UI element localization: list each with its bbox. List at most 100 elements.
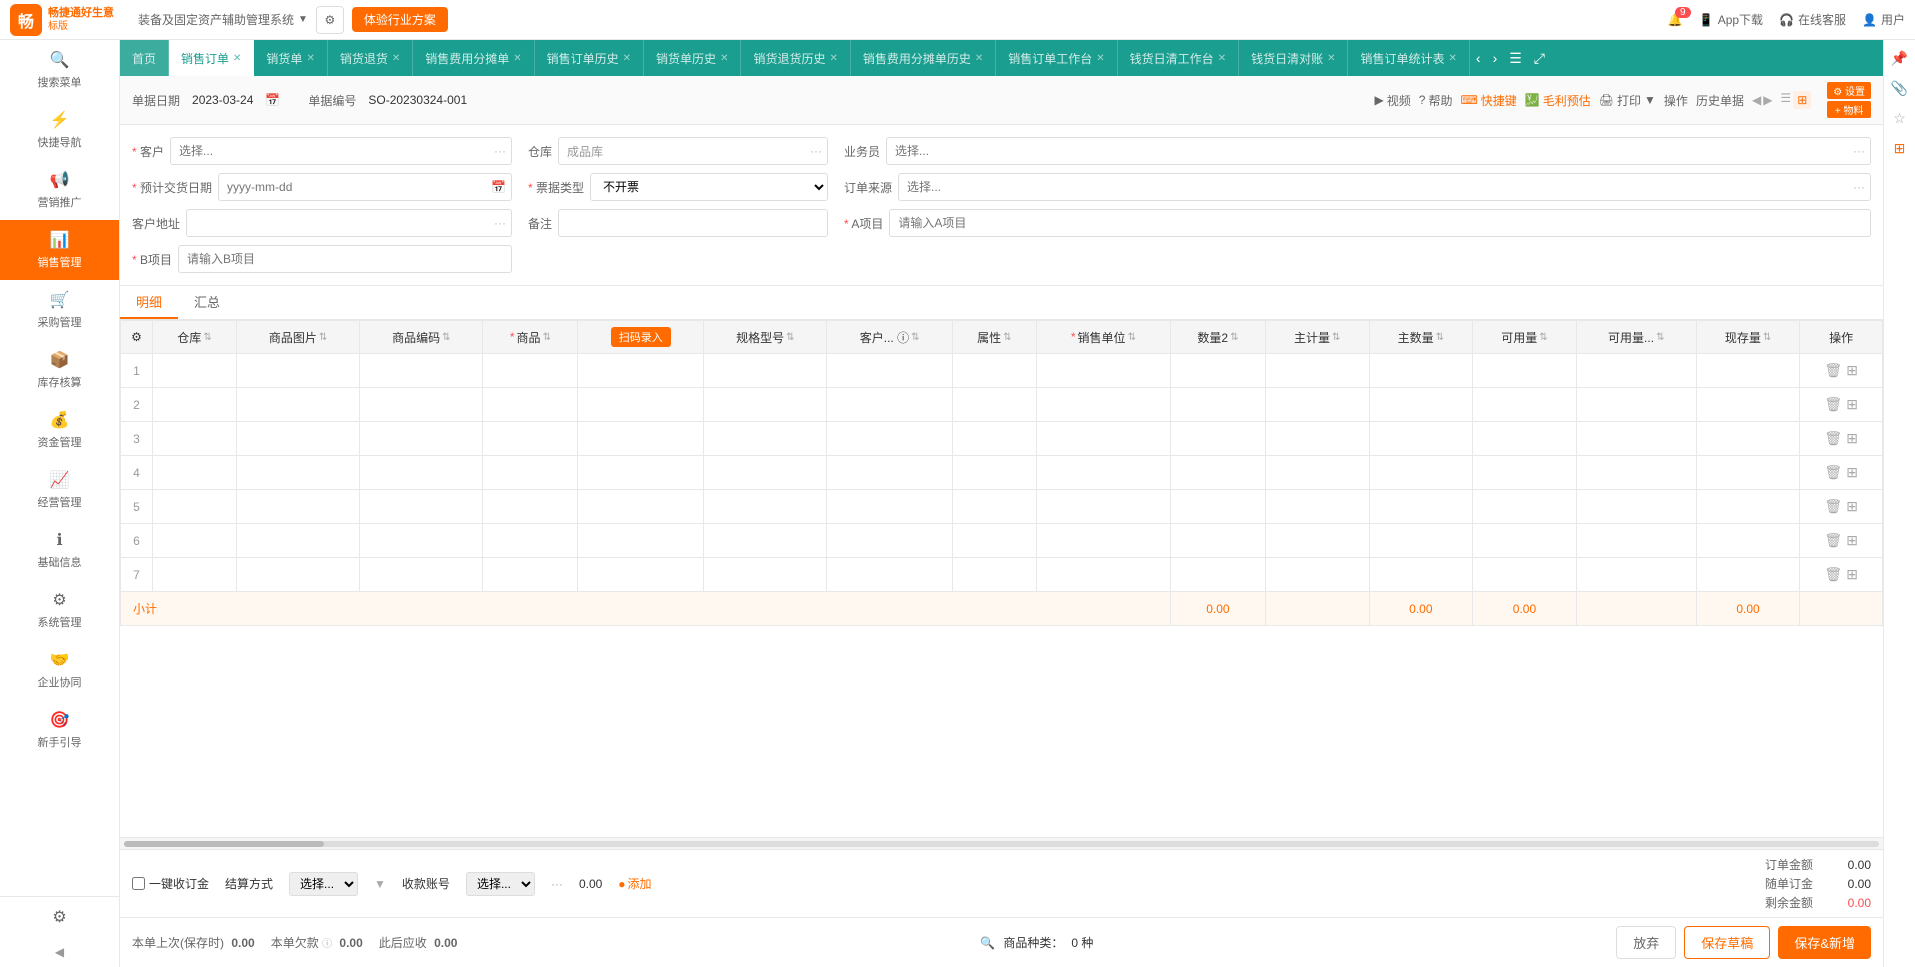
shortcut-btn[interactable]: ⌨ 快捷键 (1460, 92, 1516, 109)
row-spec[interactable] (704, 490, 827, 524)
tab-return-history[interactable]: 销货退货历史 ✕ (741, 40, 850, 76)
row-sales-unit[interactable] (1036, 524, 1170, 558)
a-project-input[interactable] (889, 209, 1871, 237)
sidebar-item-guide[interactable]: 🎯 新手引导 (0, 700, 119, 760)
row-product-code[interactable] (360, 388, 483, 422)
form-view-btn[interactable]: ⊞ (1793, 91, 1811, 109)
row-product[interactable] (483, 558, 578, 592)
row-delete-btn[interactable]: 🗑 (1824, 430, 1842, 447)
order-source-more-btn[interactable]: ··· (1853, 180, 1865, 194)
row-attribute[interactable] (952, 558, 1036, 592)
sidebar-item-purchase[interactable]: 🛒 采购管理 (0, 280, 119, 340)
tab-close-sales-expense[interactable]: ✕ (513, 53, 521, 64)
tab-detail[interactable]: 明细 (120, 286, 178, 319)
sidebar-item-marketing[interactable]: 📢 营销推广 (0, 160, 119, 220)
profit-btn[interactable]: 💹 毛利预估 (1525, 92, 1591, 109)
row-warehouse[interactable] (153, 354, 237, 388)
row-product[interactable] (483, 524, 578, 558)
row-warehouse[interactable] (153, 422, 237, 456)
row-main-qty[interactable] (1369, 354, 1473, 388)
prev-record-btn[interactable]: ◀ (1752, 93, 1761, 107)
next-record-btn[interactable]: ▶ (1763, 93, 1772, 107)
one-click-payment-checkbox[interactable]: 一键收订金 (132, 875, 209, 892)
row-delete-btn[interactable]: 🗑 (1824, 362, 1842, 379)
row-product[interactable] (483, 354, 578, 388)
right-sidebar-star-btn[interactable]: ☆ (1886, 104, 1914, 132)
row-delete-btn[interactable]: 🗑 (1824, 532, 1842, 549)
row-copy-btn[interactable]: ⊞ (1846, 498, 1858, 515)
tab-close-invoice-history[interactable]: ✕ (720, 53, 728, 64)
save-new-btn[interactable]: 保存&新增 (1778, 926, 1871, 959)
row-qty2[interactable] (1170, 422, 1265, 456)
row-warehouse[interactable] (153, 456, 237, 490)
save-draft-btn[interactable]: 保存草稿 (1684, 926, 1770, 959)
tab-expense-history[interactable]: 销售费用分摊单历史 ✕ (851, 40, 996, 76)
settings-quick-btn[interactable]: ⚙ 设置 (1827, 82, 1871, 99)
tab-home[interactable]: 首页 (120, 40, 169, 76)
tab-close-expense-history[interactable]: ✕ (975, 53, 983, 64)
print-btn[interactable]: 🖨 打印 ▼ (1599, 92, 1656, 109)
tab-close-sales-return[interactable]: ✕ (392, 53, 400, 64)
tab-prev-btn[interactable]: ‹ (1470, 40, 1487, 76)
row-attribute[interactable] (952, 524, 1036, 558)
row-main-qty[interactable] (1369, 388, 1473, 422)
row-attribute[interactable] (952, 388, 1036, 422)
add-receipt-btn[interactable]: ● 添加 (618, 875, 651, 892)
warehouse-more-btn[interactable]: ··· (810, 144, 822, 158)
app-download-btn[interactable]: 📱 App下载 (1699, 11, 1763, 28)
row-delete-btn[interactable]: 🗑 (1824, 566, 1842, 583)
expected-date-input[interactable] (218, 173, 512, 201)
row-product[interactable] (483, 490, 578, 524)
row-qty2[interactable] (1170, 456, 1265, 490)
tab-close-sales-order-history[interactable]: ✕ (623, 53, 631, 64)
row-qty2[interactable] (1170, 524, 1265, 558)
tab-close-cash-workbench[interactable]: ✕ (1218, 53, 1226, 64)
system-name[interactable]: 装备及固定资产辅助管理系统 ▼ (138, 11, 308, 28)
tab-next-btn[interactable]: › (1487, 40, 1504, 76)
row-customer-code[interactable] (827, 558, 952, 592)
receipt-more-btn[interactable]: ··· (551, 877, 563, 891)
history-btn[interactable]: 历史单据 (1696, 92, 1744, 109)
row-copy-btn[interactable]: ⊞ (1846, 566, 1858, 583)
tab-order-workbench[interactable]: 销售订单工作台 ✕ (996, 40, 1117, 76)
row-customer-code[interactable] (827, 354, 952, 388)
tab-close-return-history[interactable]: ✕ (829, 53, 837, 64)
row-main-qty[interactable] (1369, 558, 1473, 592)
row-customer-code[interactable] (827, 456, 952, 490)
sidebar-item-sales[interactable]: 📊 销售管理 (0, 220, 119, 280)
discard-btn[interactable]: 放弃 (1616, 926, 1676, 959)
calendar-icon[interactable]: 📅 (265, 93, 280, 107)
row-spec[interactable] (704, 456, 827, 490)
add-material-btn[interactable]: + 物料 (1827, 101, 1871, 118)
row-product-code[interactable] (360, 422, 483, 456)
sidebar-item-system[interactable]: ⚙ 系统管理 (0, 580, 119, 640)
tab-sales-invoice[interactable]: 销货单 ✕ (254, 40, 327, 76)
ticket-type-select[interactable]: 不开票 (590, 173, 828, 201)
row-main-qty[interactable] (1369, 456, 1473, 490)
row-warehouse[interactable] (153, 558, 237, 592)
this-order-info-icon[interactable]: ⓘ (322, 939, 332, 950)
row-warehouse[interactable] (153, 524, 237, 558)
row-customer-code[interactable] (827, 422, 952, 456)
row-product[interactable] (483, 422, 578, 456)
tab-close-order-workbench[interactable]: ✕ (1096, 53, 1104, 64)
help-btn[interactable]: ? 帮助 (1419, 92, 1453, 109)
sidebar-item-search[interactable]: 🔍 搜索菜单 (0, 40, 119, 100)
row-copy-btn[interactable]: ⊞ (1846, 430, 1858, 447)
row-attribute[interactable] (952, 456, 1036, 490)
row-spec[interactable] (704, 422, 827, 456)
row-spec[interactable] (704, 354, 827, 388)
tab-sales-order-history[interactable]: 销售订单历史 ✕ (535, 40, 644, 76)
row-copy-btn[interactable]: ⊞ (1846, 464, 1858, 481)
row-main-qty[interactable] (1369, 490, 1473, 524)
row-sales-unit[interactable] (1036, 422, 1170, 456)
right-sidebar-attachment-btn[interactable]: 📎 (1886, 74, 1914, 102)
user-avatar[interactable]: 👤 用户 (1862, 11, 1905, 28)
row-product-code[interactable] (360, 558, 483, 592)
sidebar-item-navigation[interactable]: ⚡ 快捷导航 (0, 100, 119, 160)
remark-input[interactable] (558, 209, 828, 237)
row-warehouse[interactable] (153, 490, 237, 524)
row-customer-code[interactable] (827, 388, 952, 422)
b-project-input[interactable] (178, 245, 512, 273)
row-product-code[interactable] (360, 456, 483, 490)
